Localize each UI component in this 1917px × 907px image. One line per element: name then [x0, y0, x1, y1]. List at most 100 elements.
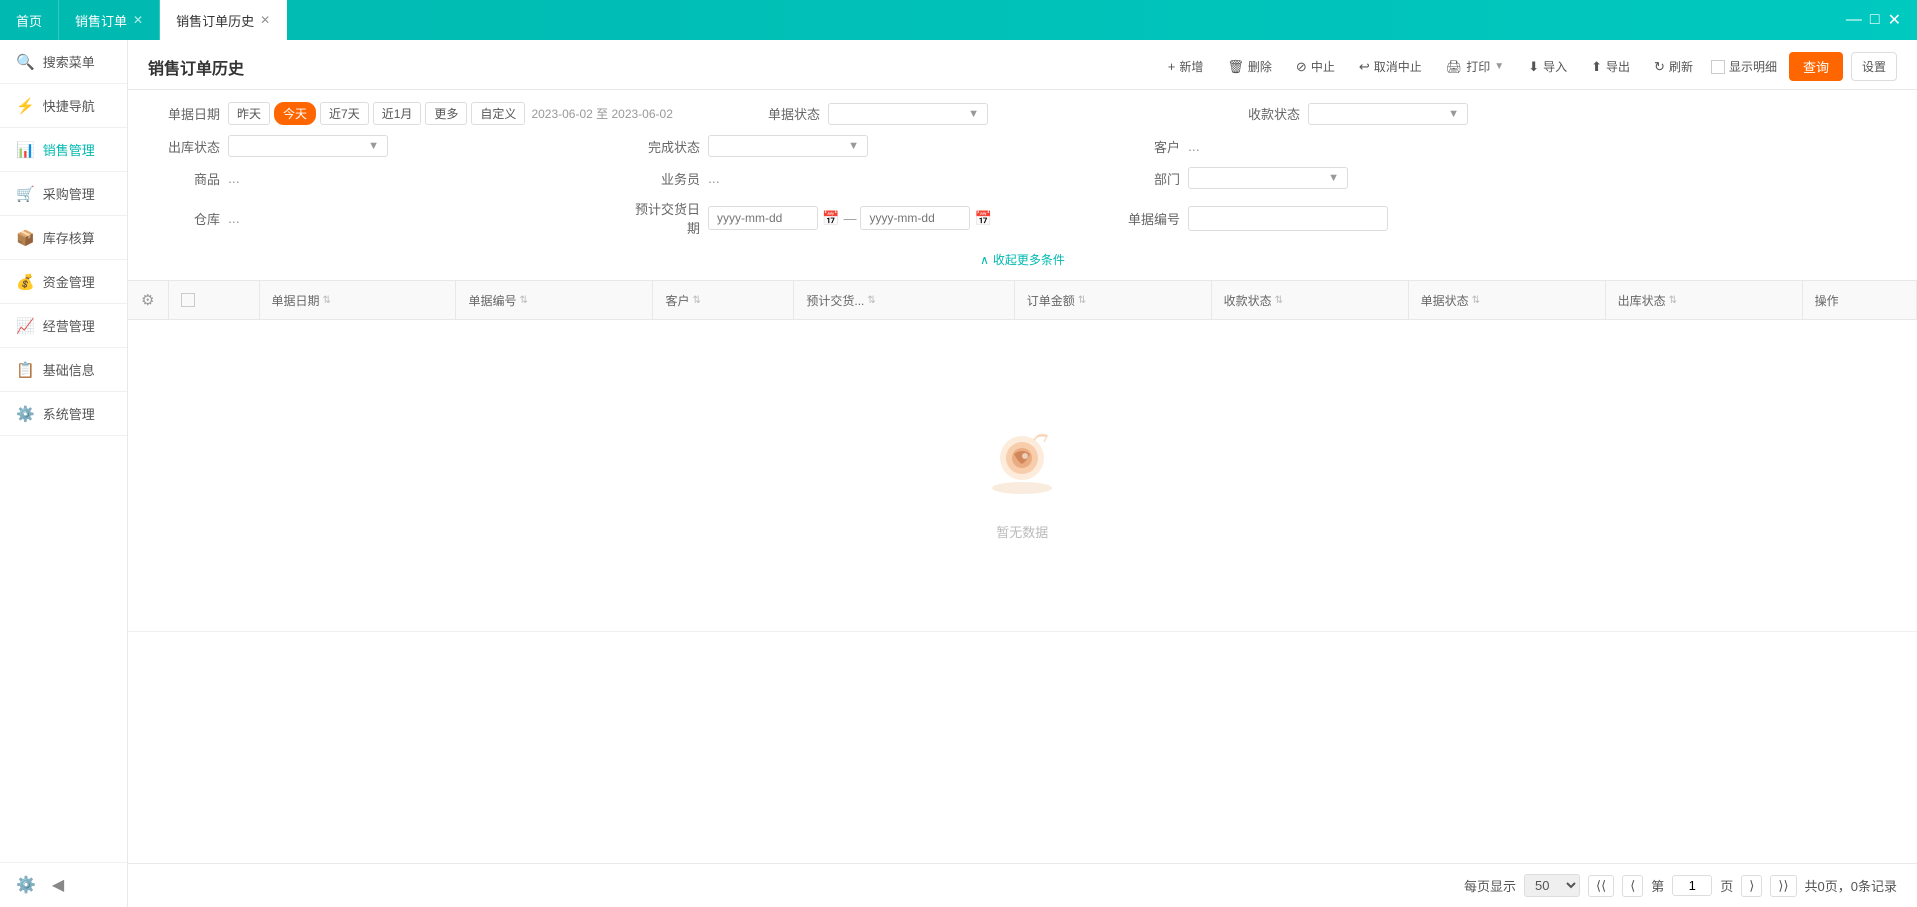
last-page-btn[interactable]: ⟩⟩ [1770, 875, 1796, 897]
main-layout: 🔍 搜索菜单 ⚡ 快捷导航 📊 销售管理 🛒 采购管理 📦 库存核算 💰 资金管… [0, 40, 1917, 907]
empty-illustration [972, 410, 1072, 510]
sidebar-settings-icon[interactable]: ⚙️ [16, 875, 36, 895]
department-select[interactable]: ▼ [1188, 167, 1348, 189]
toolbar: + 新增 🗑 删除 ⊘ 中止 ↩ 取消中止 🖨 打印 [1158, 52, 1897, 81]
cancel-stop-button[interactable]: ↩ 取消中止 [1349, 53, 1432, 80]
tab-sales-order-history[interactable]: 销售订单历史 ✕ [160, 0, 287, 40]
filter-row-4: 仓库 ... 预计交货日期 📅 — 📅 单据编号 [148, 199, 1897, 237]
table-settings-icon[interactable]: ⚙ [141, 292, 154, 309]
date-btn-today[interactable]: 今天 [274, 102, 316, 125]
th-date-label: 单据日期 [272, 292, 320, 309]
empty-text: 暂无数据 [996, 522, 1048, 541]
sidebar-item-search-menu[interactable]: 🔍 搜索菜单 [0, 40, 127, 84]
sidebar-item-inventory-calc-label: 库存核算 [43, 228, 95, 247]
warehouse-control: ... [228, 210, 608, 226]
collapse-bar[interactable]: ∧ 收起更多条件 [148, 247, 1897, 268]
th-bill-status[interactable]: 单据状态 ⇅ [1408, 281, 1605, 320]
th-amount[interactable]: 订单金额 ⇅ [1014, 281, 1211, 320]
print-button[interactable]: 🖨 打印 ▼ [1436, 53, 1514, 80]
date-btn-custom[interactable]: 自定义 [471, 102, 525, 125]
sidebar-item-purchase-mgmt[interactable]: 🛒 采购管理 [0, 172, 127, 216]
go-label: 第 [1651, 876, 1664, 895]
minimize-btn[interactable]: — [1846, 11, 1862, 29]
sidebar-collapse-icon[interactable]: ◀ [52, 875, 64, 895]
tab-home[interactable]: 首页 [0, 0, 59, 40]
filter-row-1: 单据日期 昨天 今天 近7天 近1月 更多 自定义 2023-06-02 至 2… [148, 102, 1897, 125]
bill-no-input[interactable] [1188, 206, 1388, 231]
sidebar-item-sales-mgmt[interactable]: 📊 销售管理 [0, 128, 127, 172]
delete-button[interactable]: 🗑 删除 [1217, 53, 1282, 80]
sort-outbound-status-icon: ⇅ [1669, 295, 1677, 306]
bill-status-select[interactable]: ▼ [828, 103, 988, 125]
th-operation-label: 操作 [1815, 294, 1839, 308]
sort-customer-icon: ⇅ [692, 295, 700, 306]
delivery-date-from-calendar-icon[interactable]: 📅 [822, 210, 839, 227]
select-all-checkbox[interactable] [181, 293, 195, 307]
bill-no-control [1188, 206, 1568, 231]
tab-sales-order[interactable]: 销售订单 ✕ [59, 0, 160, 40]
delivery-date-to-calendar-icon[interactable]: 📅 [974, 210, 991, 227]
import-label: 导入 [1543, 58, 1567, 75]
salesperson-control: ... [708, 170, 1088, 186]
th-delivery-date[interactable]: 预计交货... ⇅ [794, 281, 1014, 320]
sidebar-bottom: ⚙️ ◀ [0, 862, 127, 907]
stop-button[interactable]: ⊘ 中止 [1286, 53, 1345, 80]
first-page-btn[interactable]: ⟨⟨ [1588, 875, 1614, 897]
payment-status-label: 收款状态 [1228, 104, 1308, 123]
data-table: ⚙ 单据日期 ⇅ 单据编号 [128, 281, 1917, 632]
show-detail-checkbox[interactable] [1711, 60, 1725, 74]
th-payment-status[interactable]: 收款状态 ⇅ [1211, 281, 1408, 320]
settings-button[interactable]: 设置 [1851, 52, 1897, 81]
complete-status-select[interactable]: ▼ [708, 135, 868, 157]
page-input[interactable] [1672, 875, 1712, 896]
salesperson-ellipsis-btn[interactable]: ... [708, 170, 720, 186]
th-amount-label: 订单金额 [1027, 292, 1075, 309]
th-bill-status-label: 单据状态 [1421, 292, 1469, 309]
product-ellipsis-btn[interactable]: ... [228, 170, 240, 186]
th-bill-no[interactable]: 单据编号 ⇅ [456, 281, 653, 320]
export-button[interactable]: ⬆ 导出 [1581, 53, 1640, 80]
outbound-status-select[interactable]: ▼ [228, 135, 388, 157]
complete-status-arrow-icon: ▼ [848, 140, 859, 152]
warehouse-ellipsis-btn[interactable]: ... [228, 210, 240, 226]
tab-sales-order-close[interactable]: ✕ [133, 13, 143, 27]
import-button[interactable]: ⬇ 导入 [1518, 53, 1577, 80]
sidebar-item-basic-info[interactable]: 📋 基础信息 [0, 348, 127, 392]
delivery-date-to-input[interactable] [860, 206, 970, 230]
customer-ellipsis-btn[interactable]: ... [1188, 138, 1200, 154]
maximize-btn[interactable]: □ [1870, 11, 1880, 29]
sidebar-item-ops-mgmt[interactable]: 📈 经营管理 [0, 304, 127, 348]
date-btn-1month[interactable]: 近1月 [373, 102, 422, 125]
th-date[interactable]: 单据日期 ⇅ [259, 281, 456, 320]
delivery-date-from-input[interactable] [708, 206, 818, 230]
sidebar-item-inventory-calc[interactable]: 📦 库存核算 [0, 216, 127, 260]
prev-page-btn[interactable]: ⟨ [1622, 875, 1643, 897]
sidebar-item-fund-mgmt[interactable]: 💰 资金管理 [0, 260, 127, 304]
content-area: 销售订单历史 + 新增 🗑 删除 ⊘ 中止 ↩ 取消中止 [128, 40, 1917, 907]
th-customer[interactable]: 客户 ⇅ [653, 281, 794, 320]
refresh-button[interactable]: ↻ 刷新 [1644, 53, 1703, 80]
date-btn-more[interactable]: 更多 [425, 102, 467, 125]
query-button[interactable]: 查询 [1789, 52, 1843, 81]
date-filter-control: 昨天 今天 近7天 近1月 更多 自定义 2023-06-02 至 2023-0… [228, 102, 728, 125]
next-page-btn[interactable]: ⟩ [1741, 875, 1762, 897]
cancel-stop-label: 取消中止 [1374, 58, 1422, 75]
tab-sales-order-history-close[interactable]: ✕ [260, 13, 270, 27]
date-btn-yesterday[interactable]: 昨天 [228, 102, 270, 125]
empty-state: 暂无数据 [140, 330, 1905, 621]
page-size-select[interactable]: 50 20 100 [1524, 874, 1580, 897]
th-outbound-status[interactable]: 出库状态 ⇅ [1605, 281, 1802, 320]
sidebar-item-quick-nav[interactable]: ⚡ 快捷导航 [0, 84, 127, 128]
close-btn[interactable]: ✕ [1888, 10, 1901, 30]
bill-status-arrow-icon: ▼ [968, 108, 979, 120]
new-button[interactable]: + 新增 [1158, 53, 1214, 80]
th-operation: 操作 [1802, 281, 1916, 320]
date-btn-7days[interactable]: 近7天 [320, 102, 369, 125]
refresh-icon: ↻ [1654, 59, 1665, 75]
total-text: 共0页，0条记录 [1805, 876, 1897, 895]
sidebar-item-sys-mgmt-label: 系统管理 [43, 404, 95, 423]
delete-label: 删除 [1248, 58, 1272, 75]
payment-status-select[interactable]: ▼ [1308, 103, 1468, 125]
sort-payment-status-icon: ⇅ [1275, 295, 1283, 306]
sidebar-item-sys-mgmt[interactable]: ⚙️ 系统管理 [0, 392, 127, 436]
